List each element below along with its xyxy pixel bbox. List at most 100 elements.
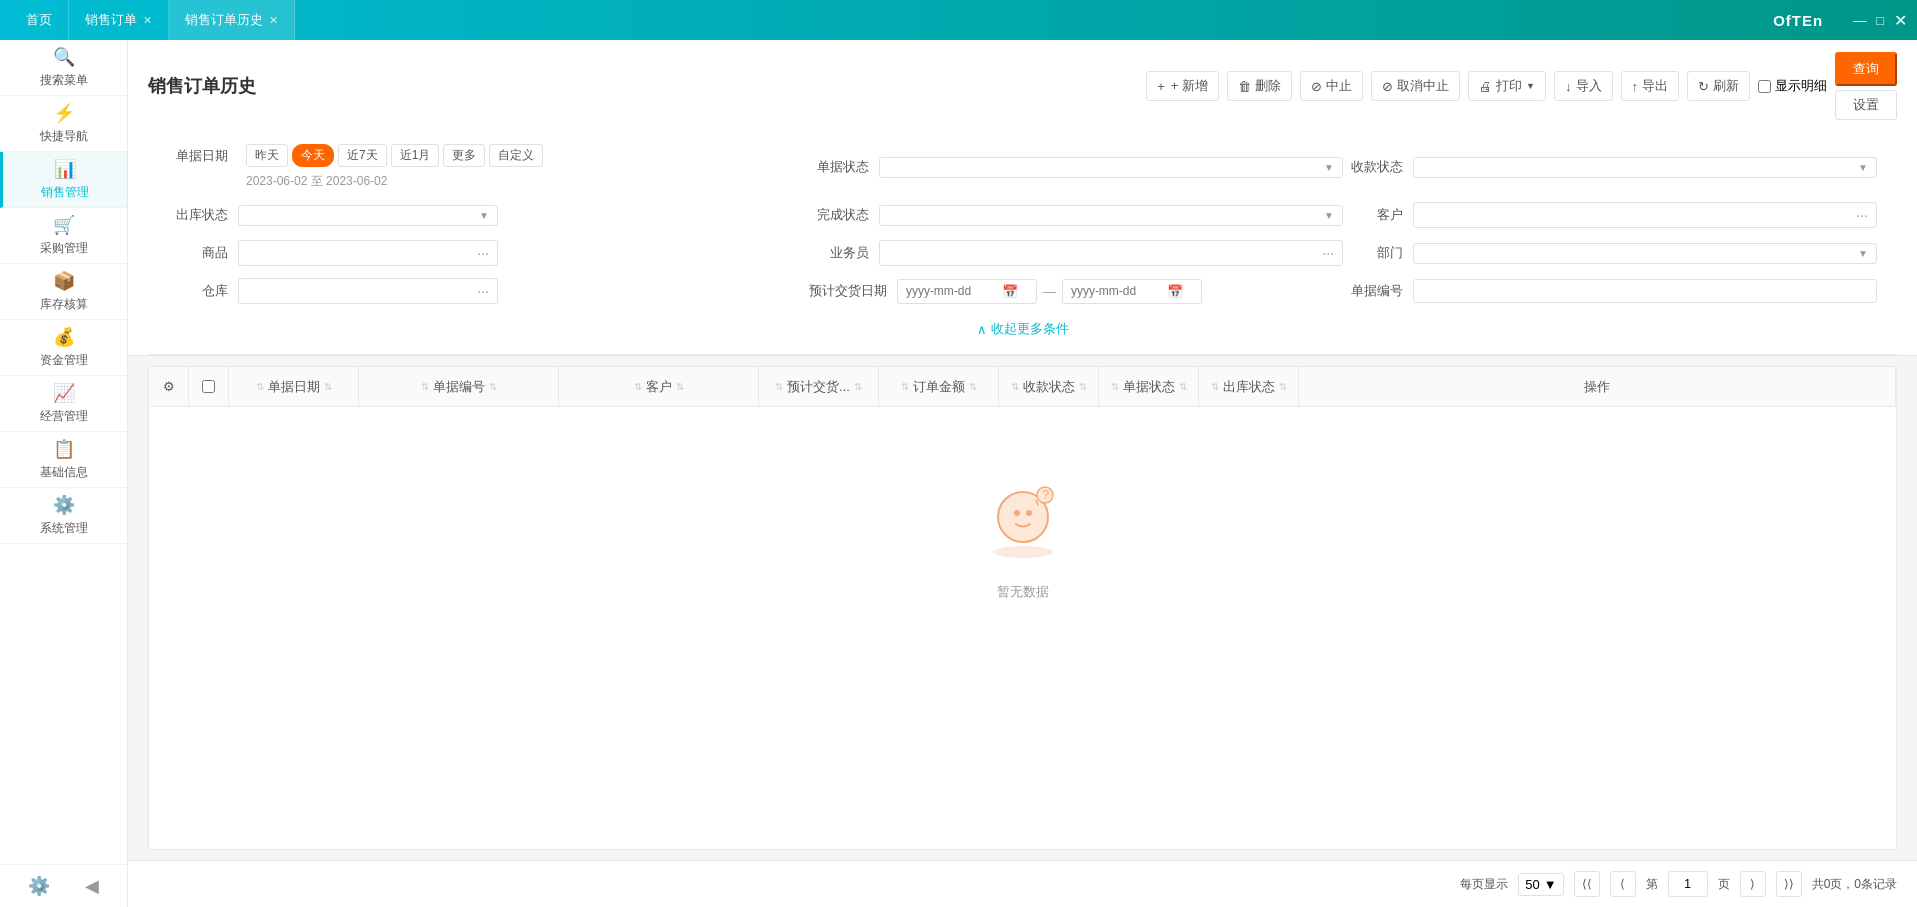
sidebar-item-finance[interactable]: 💰 资金管理 — [0, 320, 127, 376]
purchase-icon: 🛒 — [53, 214, 75, 236]
payment-status-label: 收款状态 — [1343, 158, 1413, 176]
th-delivery[interactable]: ⇅ 预计交货... ⇅ — [759, 367, 879, 406]
customer-input: ··· — [1413, 202, 1877, 228]
collapse-sidebar-icon[interactable]: ◀ — [85, 875, 99, 897]
export-button[interactable]: ↑ 导出 — [1621, 71, 1680, 101]
complete-arrow: ▼ — [1324, 210, 1334, 221]
tab-sales-order-history[interactable]: 销售订单历史 ✕ — [169, 0, 295, 40]
salesman-more-icon[interactable]: ··· — [1322, 245, 1334, 261]
sidebar-item-inventory[interactable]: 📦 库存核算 — [0, 264, 127, 320]
tab-home[interactable]: 首页 — [10, 0, 69, 40]
sidebar-item-system[interactable]: ⚙️ 系统管理 — [0, 488, 127, 544]
select-all-checkbox[interactable] — [202, 380, 215, 393]
print-button[interactable]: 🖨 打印 ▼ — [1468, 71, 1546, 101]
sales-icon: 📊 — [54, 158, 76, 180]
delete-icon: 🗑 — [1238, 79, 1251, 94]
delivery-end-cal-icon[interactable]: 📅 — [1167, 284, 1183, 299]
customer-text-field[interactable] — [1422, 208, 1856, 222]
th-checkbox[interactable] — [189, 367, 229, 406]
th-settings[interactable]: ⚙ — [149, 367, 189, 406]
sidebar-item-quick-nav[interactable]: ⚡ 快捷导航 — [0, 96, 127, 152]
sort-delivery-icon: ⇅ — [775, 381, 783, 392]
date-btn-more[interactable]: 更多 — [443, 144, 485, 167]
close-history-tab[interactable]: ✕ — [269, 14, 278, 27]
cancel-stop-button[interactable]: ⊘ 取消中止 — [1371, 71, 1460, 101]
date-btn-custom[interactable]: 自定义 — [489, 144, 543, 167]
date-btn-yesterday[interactable]: 昨天 — [246, 144, 288, 167]
warehouse-more-icon[interactable]: ··· — [477, 283, 489, 299]
th-payment-status[interactable]: ⇅ 收款状态 ⇅ — [999, 367, 1099, 406]
sidebar-item-sales[interactable]: 📊 销售管理 — [0, 152, 127, 208]
settings-button[interactable]: 设置 — [1835, 90, 1897, 120]
page-number-input[interactable] — [1668, 871, 1708, 897]
dept-select[interactable]: ▼ — [1413, 243, 1877, 264]
th-date[interactable]: ⇅ 单据日期 ⇅ — [229, 367, 359, 406]
print-icon: 🖨 — [1479, 79, 1492, 94]
empty-state: ? 暂无数据 — [149, 407, 1896, 661]
close-sales-order-tab[interactable]: ✕ — [143, 14, 152, 27]
close-window-button[interactable]: ✕ — [1894, 11, 1907, 30]
complete-select[interactable]: ▼ — [879, 205, 1343, 226]
delivery-end-date: 📅 — [1062, 279, 1202, 304]
th-amount[interactable]: ⇅ 订单金额 ⇅ — [879, 367, 999, 406]
delivery-start-cal-icon[interactable]: 📅 — [1002, 284, 1018, 299]
customer-more-icon[interactable]: ··· — [1856, 207, 1868, 223]
filter-row-4: 仓库 ··· 预计交货日期 📅 — — [168, 278, 1877, 304]
maximize-button[interactable]: □ — [1876, 13, 1884, 28]
date-btn-1month[interactable]: 近1月 — [391, 144, 440, 167]
query-settings-group: 查询 设置 — [1835, 52, 1897, 120]
filter-docno-col: 单据编号 — [1343, 279, 1877, 303]
page-suffix: 页 — [1718, 876, 1730, 893]
dept-label: 部门 — [1343, 244, 1413, 262]
sidebar-item-business[interactable]: 📈 经营管理 — [0, 376, 127, 432]
date-range-display: 2023-06-02 至 2023-06-02 — [246, 173, 387, 190]
sidebar-item-search[interactable]: 🔍 搜索菜单 — [0, 40, 127, 96]
sidebar: 🔍 搜索菜单 ⚡ 快捷导航 📊 销售管理 🛒 采购管理 📦 库存核算 💰 资金管… — [0, 40, 128, 907]
delivery-end-input[interactable] — [1071, 284, 1161, 298]
collapse-filter-row[interactable]: ∧ 收起更多条件 — [168, 316, 1877, 342]
goods-text-field[interactable] — [247, 246, 477, 260]
page-size-select[interactable]: 50 ▼ — [1518, 873, 1563, 896]
last-page-button[interactable]: ⟩⟩ — [1776, 871, 1802, 897]
prev-page-button[interactable]: ⟨ — [1610, 871, 1636, 897]
refresh-button[interactable]: ↻ 刷新 — [1687, 71, 1750, 101]
filter-dept-col: 部门 ▼ — [1343, 243, 1877, 264]
th-doc-status[interactable]: ⇅ 单据状态 ⇅ — [1099, 367, 1199, 406]
stop-button[interactable]: ⊘ 中止 — [1300, 71, 1363, 101]
first-page-button[interactable]: ⟨⟨ — [1574, 871, 1600, 897]
basic-info-icon: 📋 — [53, 438, 75, 460]
import-button[interactable]: ↓ 导入 — [1554, 71, 1613, 101]
sidebar-item-purchase[interactable]: 🛒 采购管理 — [0, 208, 127, 264]
delete-button[interactable]: 🗑 删除 — [1227, 71, 1292, 101]
goods-more-icon[interactable]: ··· — [477, 245, 489, 261]
payment-status-select[interactable]: ▼ — [1413, 157, 1877, 178]
new-button[interactable]: + + 新增 — [1146, 71, 1219, 101]
tab-sales-order[interactable]: 销售订单 ✕ — [69, 0, 169, 40]
th-customer[interactable]: ⇅ 客户 ⇅ — [559, 367, 759, 406]
outbound-select[interactable]: ▼ — [238, 205, 498, 226]
sidebar-item-basic-info[interactable]: 📋 基础信息 — [0, 432, 127, 488]
doc-status-select[interactable]: ▼ — [879, 157, 1343, 178]
th-number[interactable]: ⇅ 单据编号 ⇅ — [359, 367, 559, 406]
delivery-start-input[interactable] — [906, 284, 996, 298]
refresh-icon: ↻ — [1698, 79, 1709, 94]
display-detail-checkbox[interactable] — [1758, 80, 1771, 93]
query-button[interactable]: 查询 — [1835, 52, 1897, 86]
salesman-text-field[interactable] — [888, 246, 1322, 260]
sort-outbound-icon: ⇅ — [1211, 381, 1219, 392]
th-outbound-status[interactable]: ⇅ 出库状态 ⇅ — [1199, 367, 1299, 406]
system-icon: ⚙️ — [53, 494, 75, 516]
date-btn-today[interactable]: 今天 — [292, 144, 334, 167]
settings-bottom-icon[interactable]: ⚙️ — [28, 875, 50, 897]
filter-payment-status-col: 收款状态 ▼ — [1343, 157, 1877, 178]
next-page-button[interactable]: ⟩ — [1740, 871, 1766, 897]
docno-text-field[interactable] — [1422, 284, 1868, 298]
date-btn-7days[interactable]: 近7天 — [338, 144, 387, 167]
customer-label: 客户 — [1343, 206, 1413, 224]
page-title-row: 销售订单历史 + + 新增 🗑 删除 ⊘ 中止 ⊘ — [148, 52, 1897, 120]
warehouse-text-field[interactable] — [247, 284, 477, 298]
sort-customer-icon: ⇅ — [634, 381, 642, 392]
inventory-icon: 📦 — [53, 270, 75, 292]
filter-warehouse-col: 仓库 ··· — [168, 278, 809, 304]
minimize-button[interactable]: — — [1853, 13, 1866, 28]
